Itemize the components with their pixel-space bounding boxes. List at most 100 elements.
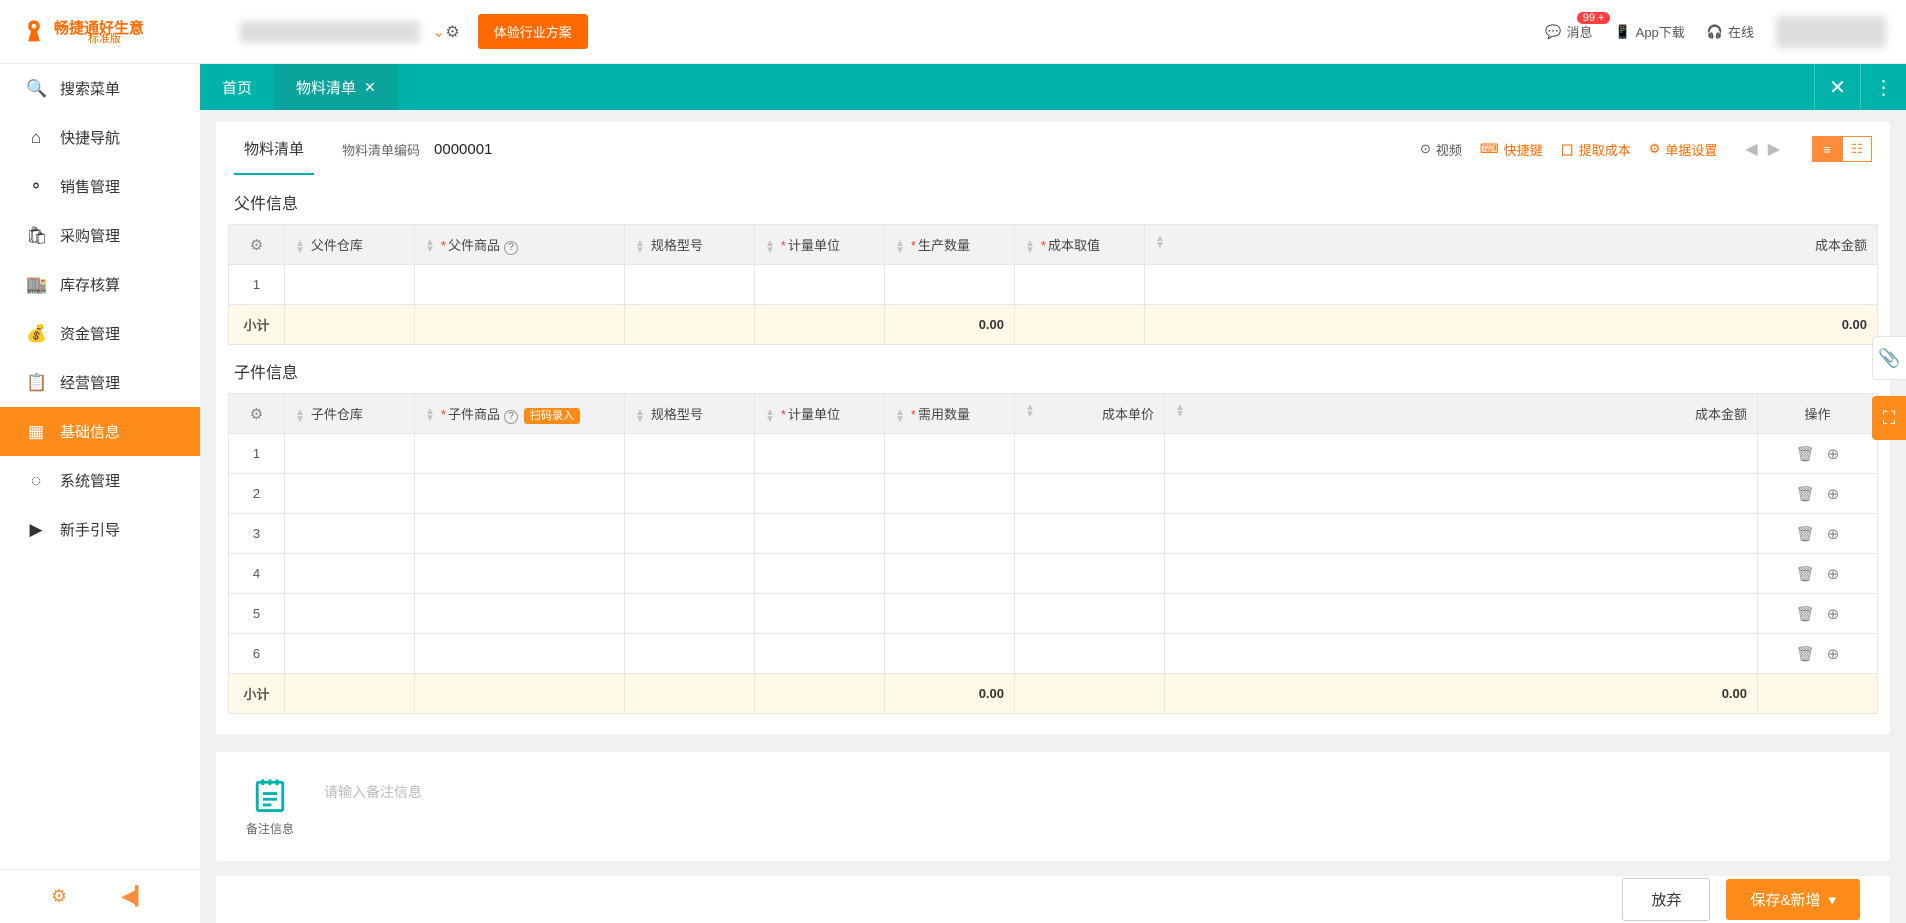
sidebar-item-inventory[interactable]: 🏬库存核算 [0,260,200,309]
prev-record-icon[interactable]: ◀ [1745,139,1757,159]
sidebar-item-quicknav[interactable]: ⌂快捷导航 [0,113,200,162]
cell-product[interactable] [415,634,625,674]
close-icon[interactable]: ✕ [364,79,376,96]
cell-cost-amount[interactable] [1165,434,1758,474]
save-and-new-button[interactable]: 保存&新增 ▾ [1726,879,1860,920]
parent-col-warehouse[interactable]: ▲▼父件仓库 [285,225,415,265]
sidebar-item-search[interactable]: 🔍搜索菜单 [0,64,200,113]
add-row-icon[interactable]: ⊕ [1827,566,1840,583]
cell-unit-cost[interactable] [1015,594,1165,634]
sidebar-item-purchase[interactable]: 🛍采购管理 [0,211,200,260]
child-col-unit-cost[interactable]: ▲▼成本单价 [1015,394,1165,434]
sidebar-item-basic-info[interactable]: ▦基础信息 [0,407,200,456]
doc-settings-button[interactable]: ⚙单据设置 [1649,140,1718,159]
parent-row[interactable]: 1 [229,265,1878,305]
cell-cost-amount[interactable] [1165,634,1758,674]
delete-row-icon[interactable]: 🗑 [1796,526,1815,543]
cell-unit-cost[interactable] [1015,634,1165,674]
child-row[interactable]: 4🗑⊕ [229,554,1878,594]
sidebar-item-system[interactable]: ◌系统管理 [0,456,200,505]
child-col-need-qty[interactable]: ▲▼*需用数量 [885,394,1015,434]
video-help-button[interactable]: ⊙视频 [1420,140,1462,159]
cell-unit[interactable] [755,265,885,305]
fullscreen-floating-button[interactable]: ⛶ [1872,396,1906,440]
cell-cost-amount[interactable] [1165,514,1758,554]
cell-need-qty[interactable] [885,474,1015,514]
delete-row-icon[interactable]: 🗑 [1796,566,1815,583]
cell-cost-method[interactable] [1015,265,1145,305]
add-row-icon[interactable]: ⊕ [1827,606,1840,623]
sidebar-item-guide[interactable]: ▶新手引导 [0,505,200,554]
cell-spec[interactable] [625,265,755,305]
parent-col-qty[interactable]: ▲▼*生产数量 [885,225,1015,265]
delete-row-icon[interactable]: 🗑 [1796,646,1815,663]
cell-spec[interactable] [625,554,755,594]
add-row-icon[interactable]: ⊕ [1827,446,1840,463]
delete-row-icon[interactable]: 🗑 [1796,446,1815,463]
cell-unit[interactable] [755,474,885,514]
cell-cost-amount[interactable] [1145,265,1878,305]
cell-warehouse[interactable] [285,634,415,674]
close-all-tabs-icon[interactable]: ✕ [1814,64,1860,110]
org-selector[interactable]: ⌄ [240,21,445,43]
cell-unit-cost[interactable] [1015,434,1165,474]
parent-col-spec[interactable]: ▲▼规格型号 [625,225,755,265]
cell-spec[interactable] [625,474,755,514]
child-table-scrollbar[interactable] [228,714,1878,726]
tab-menu-icon[interactable]: ⋮ [1860,64,1906,110]
org-settings-gear-icon[interactable]: ⚙ [445,22,459,42]
shortcut-button[interactable]: ⌨快捷键 [1480,140,1543,159]
cell-spec[interactable] [625,634,755,674]
cell-warehouse[interactable] [285,434,415,474]
app-download-button[interactable]: 📱 App下载 [1614,22,1684,41]
add-row-icon[interactable]: ⊕ [1827,646,1840,663]
sidebar-item-operations[interactable]: 📋经营管理 [0,358,200,407]
help-icon[interactable]: ? [504,241,518,255]
next-record-icon[interactable]: ▶ [1768,139,1780,159]
cell-product[interactable] [415,514,625,554]
child-col-product[interactable]: ▲▼*子件商品?扫码录入 [415,394,625,434]
child-row[interactable]: 6🗑⊕ [229,634,1878,674]
delete-row-icon[interactable]: 🗑 [1796,606,1815,623]
cell-product[interactable] [415,434,625,474]
extract-cost-button[interactable]: 囗提取成本 [1561,140,1631,159]
cell-unit[interactable] [755,554,885,594]
cell-need-qty[interactable] [885,434,1015,474]
discard-button[interactable]: 放弃 [1622,878,1710,921]
cell-need-qty[interactable] [885,554,1015,594]
cell-product[interactable] [415,594,625,634]
attachment-floating-button[interactable]: 📎 [1872,336,1906,380]
cell-warehouse[interactable] [285,474,415,514]
cell-unit[interactable] [755,594,885,634]
child-col-warehouse[interactable]: ▲▼子件仓库 [285,394,415,434]
parent-col-unit[interactable]: ▲▼*计量单位 [755,225,885,265]
cell-unit[interactable] [755,634,885,674]
cell-cost-amount[interactable] [1165,554,1758,594]
cell-cost-amount[interactable] [1165,474,1758,514]
user-avatar-area[interactable] [1776,16,1886,48]
tab-home[interactable]: 首页 [200,64,274,110]
cell-unit-cost[interactable] [1015,474,1165,514]
add-row-icon[interactable]: ⊕ [1827,526,1840,543]
messages-button[interactable]: 💬 消息 99 + [1545,22,1592,41]
online-support-button[interactable]: 🎧 在线 [1707,22,1754,41]
experience-industry-button[interactable]: 体验行业方案 [478,14,588,49]
cell-product[interactable] [415,554,625,594]
cell-warehouse[interactable] [285,554,415,594]
sidebar-collapse-icon[interactable]: ◀▎ [121,886,149,907]
sidebar-item-sales[interactable]: ⚬销售管理 [0,162,200,211]
cell-unit[interactable] [755,514,885,554]
child-row[interactable]: 2🗑⊕ [229,474,1878,514]
sidebar-item-funds[interactable]: 💰资金管理 [0,309,200,358]
cell-warehouse[interactable] [285,265,415,305]
child-row[interactable]: 5🗑⊕ [229,594,1878,634]
settings-gear-icon[interactable]: ⚙ [51,886,67,907]
cell-spec[interactable] [625,434,755,474]
parent-col-cost-method[interactable]: ▲▼*成本取值 [1015,225,1145,265]
child-col-cost-amount[interactable]: ▲▼成本金额 [1165,394,1758,434]
cell-spec[interactable] [625,514,755,554]
view-tree-button[interactable]: ☷ [1842,136,1872,162]
remarks-input[interactable] [324,776,1860,808]
add-row-icon[interactable]: ⊕ [1827,486,1840,503]
cell-unit-cost[interactable] [1015,554,1165,594]
